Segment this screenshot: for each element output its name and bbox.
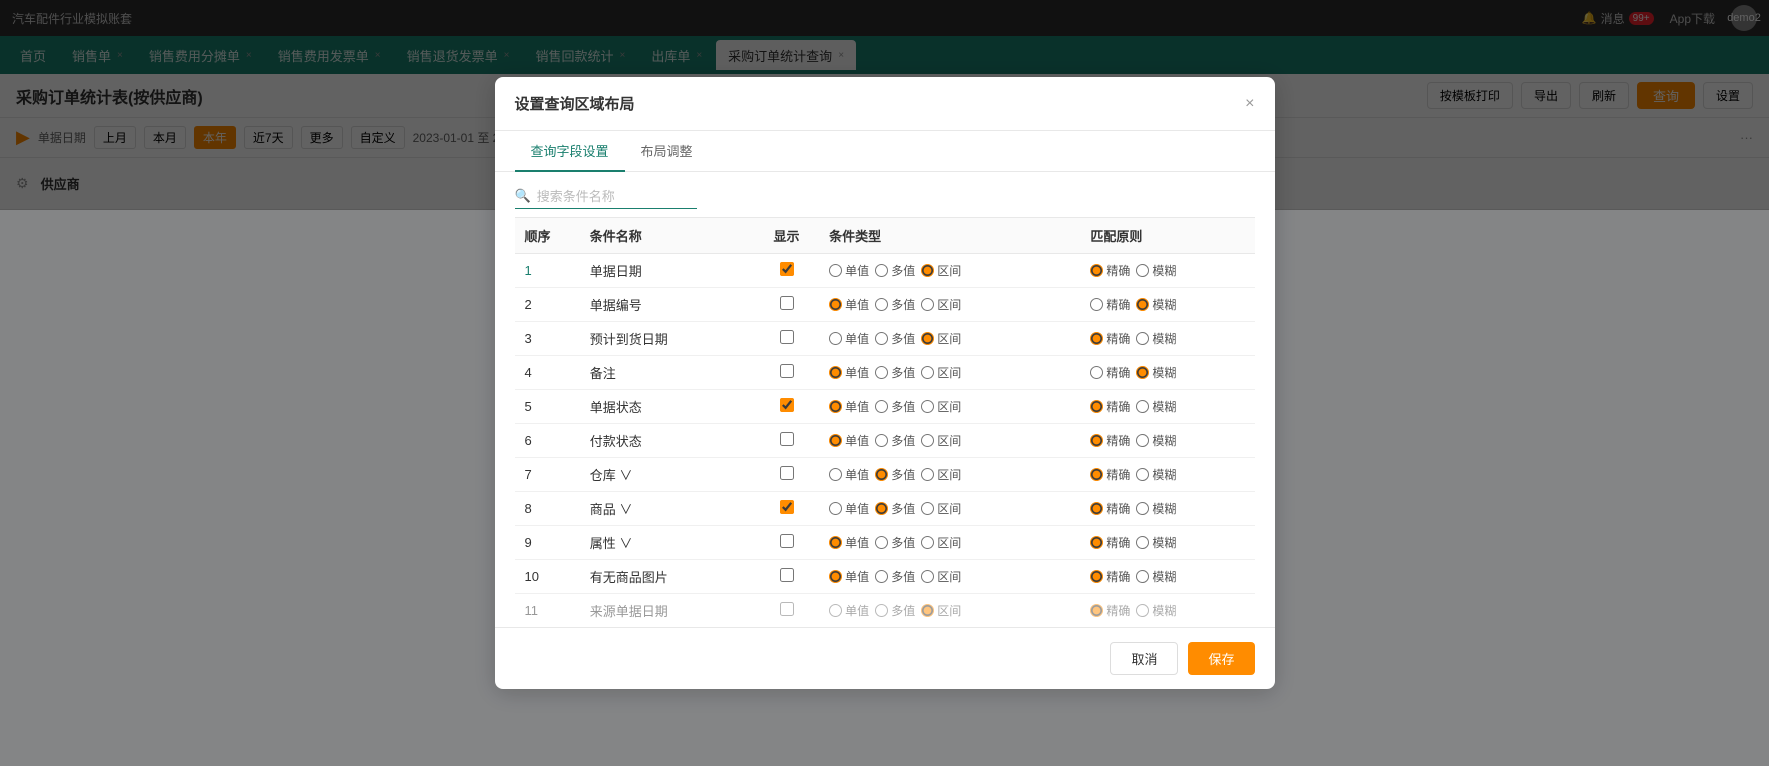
row-order-1: 1 [515,254,580,288]
row-type-9[interactable]: 单值多值区间 [819,526,1080,560]
row-type-6[interactable]: 单值多值区间 [819,424,1080,458]
row-match-9[interactable]: 精确模糊 [1080,526,1254,560]
row-match-5[interactable]: 精确模糊 [1080,390,1254,424]
row-order-2: 2 [515,288,580,322]
row-match-2[interactable]: 精确模糊 [1080,288,1254,322]
row-match-10[interactable]: 精确模糊 [1080,560,1254,594]
th-order: 顺序 [515,218,580,254]
display-checkbox-5[interactable] [780,398,794,412]
display-checkbox-6[interactable] [780,432,794,446]
row-type-7[interactable]: 单值多值区间 [819,458,1080,492]
row-type-1[interactable]: 单值多值区间 [819,254,1080,288]
row-name-3: 预计到货日期 [580,322,754,356]
row-type-4[interactable]: 单值多值区间 [819,356,1080,390]
row-match-3[interactable]: 精确模糊 [1080,322,1254,356]
settings-modal: 设置查询区域布局 × 查询字段设置 布局调整 🔍 顺序 条件名称 显示 [495,77,1275,689]
row-order-8: 8 [515,492,580,526]
row-type-5[interactable]: 单值多值区间 [819,390,1080,424]
row-display-8[interactable] [754,492,819,526]
modal-overlay: 设置查询区域布局 × 查询字段设置 布局调整 🔍 顺序 条件名称 显示 [0,0,1769,766]
row-display-2[interactable] [754,288,819,322]
search-input[interactable] [537,189,697,204]
row-display-11[interactable] [754,594,819,628]
row-match-7[interactable]: 精确模糊 [1080,458,1254,492]
row-display-1[interactable] [754,254,819,288]
row-type-10[interactable]: 单值多值区间 [819,560,1080,594]
row-name-1: 单据日期 [580,254,754,288]
display-checkbox-8[interactable] [780,500,794,514]
row-type-8[interactable]: 单值多值区间 [819,492,1080,526]
modal-table-wrap: 顺序 条件名称 显示 条件类型 匹配原则 1单据日期单值多值区间精确模糊2单据编… [495,217,1275,627]
modal-title: 设置查询区域布局 [515,93,635,114]
row-match-11[interactable]: 精确模糊 [1080,594,1254,628]
row-display-5[interactable] [754,390,819,424]
modal-search-area: 🔍 [495,172,1275,217]
modal-header: 设置查询区域布局 × [495,77,1275,131]
row-display-3[interactable] [754,322,819,356]
row-match-6[interactable]: 精确模糊 [1080,424,1254,458]
row-name-10: 有无商品图片 [580,560,754,594]
row-display-10[interactable] [754,560,819,594]
display-checkbox-11[interactable] [780,602,794,616]
display-checkbox-3[interactable] [780,330,794,344]
row-order-3: 3 [515,322,580,356]
row-display-7[interactable] [754,458,819,492]
modal-close-button[interactable]: × [1245,95,1254,113]
modal-footer: 取消 保存 [495,627,1275,689]
row-name-7: 仓库 ∨ [580,458,754,492]
row-name-5: 单据状态 [580,390,754,424]
display-checkbox-2[interactable] [780,296,794,310]
th-name: 条件名称 [580,218,754,254]
row-order-5: 5 [515,390,580,424]
row-name-9: 属性 ∨ [580,526,754,560]
th-match: 匹配原则 [1080,218,1254,254]
tab-layout-adjust[interactable]: 布局调整 [625,131,709,172]
row-display-4[interactable] [754,356,819,390]
display-checkbox-9[interactable] [780,534,794,548]
display-checkbox-1[interactable] [780,262,794,276]
row-match-1[interactable]: 精确模糊 [1080,254,1254,288]
conditions-table: 顺序 条件名称 显示 条件类型 匹配原则 1单据日期单值多值区间精确模糊2单据编… [515,217,1255,627]
modal-tabs: 查询字段设置 布局调整 [495,131,1275,172]
row-display-6[interactable] [754,424,819,458]
row-order-10: 10 [515,560,580,594]
row-display-9[interactable] [754,526,819,560]
cancel-button[interactable]: 取消 [1110,642,1178,675]
row-order-9: 9 [515,526,580,560]
row-order-6: 6 [515,424,580,458]
display-checkbox-4[interactable] [780,364,794,378]
row-name-4: 备注 [580,356,754,390]
th-type: 条件类型 [819,218,1080,254]
row-type-2[interactable]: 单值多值区间 [819,288,1080,322]
row-order-4: 4 [515,356,580,390]
search-wrap: 🔍 [515,184,697,209]
row-name-2: 单据编号 [580,288,754,322]
tab-query-fields[interactable]: 查询字段设置 [515,131,625,172]
row-type-11[interactable]: 单值多值区间 [819,594,1080,628]
search-icon: 🔍 [515,188,531,204]
save-button[interactable]: 保存 [1188,642,1254,675]
row-name-6: 付款状态 [580,424,754,458]
row-order-11: 11 [515,594,580,628]
row-name-11: 来源单据日期 [580,594,754,628]
th-display: 显示 [754,218,819,254]
row-match-4[interactable]: 精确模糊 [1080,356,1254,390]
row-type-3[interactable]: 单值多值区间 [819,322,1080,356]
display-checkbox-10[interactable] [780,568,794,582]
row-name-8: 商品 ∨ [580,492,754,526]
display-checkbox-7[interactable] [780,466,794,480]
row-order-7: 7 [515,458,580,492]
row-match-8[interactable]: 精确模糊 [1080,492,1254,526]
